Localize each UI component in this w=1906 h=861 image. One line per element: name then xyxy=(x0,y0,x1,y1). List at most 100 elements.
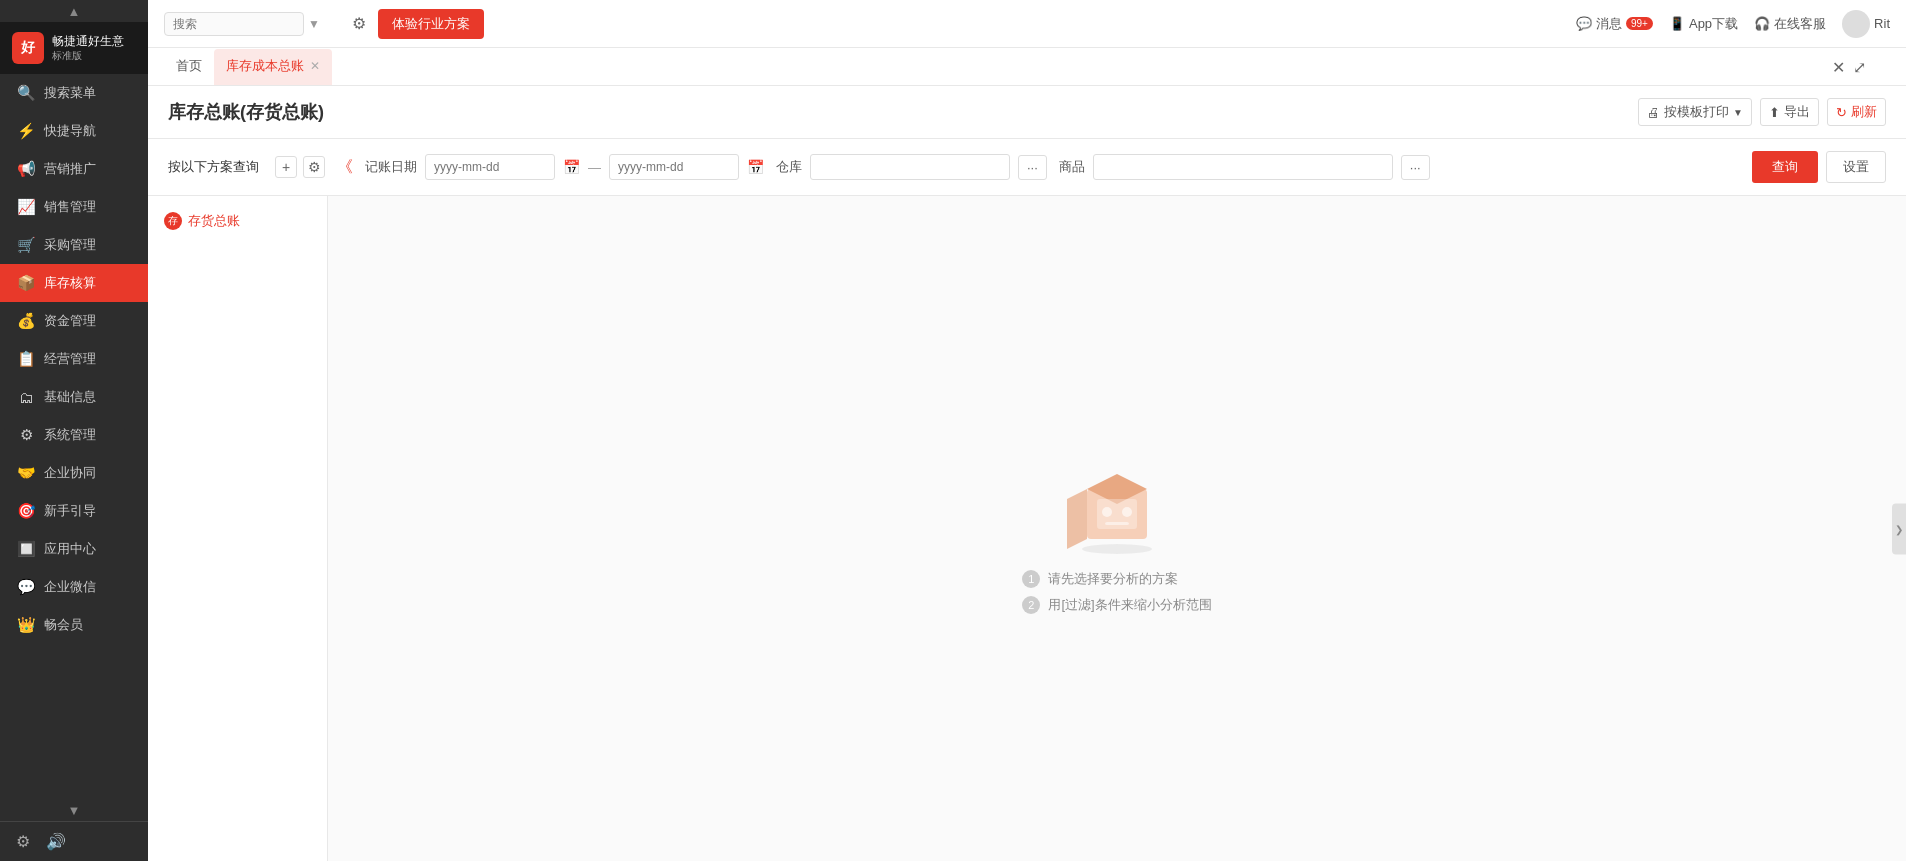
content-body: 存 存货总账 xyxy=(148,196,1906,861)
tab-inventory-ledger[interactable]: 库存成本总账 ✕ xyxy=(214,49,332,85)
warehouse-input[interactable] xyxy=(810,154,1010,180)
product-filter-row: 商品 ··· xyxy=(1059,154,1430,180)
messages-btn[interactable]: 💬 消息 99+ xyxy=(1576,15,1653,33)
export-btn[interactable]: ⬆ 导出 xyxy=(1760,98,1819,126)
warehouse-label: 仓库 xyxy=(776,158,802,176)
side-panel-toggle[interactable]: ❯ xyxy=(1892,503,1906,554)
avatar xyxy=(1842,10,1870,38)
print-btn[interactable]: 🖨 按模板打印 ▼ xyxy=(1638,98,1752,126)
sidebar-scroll-down[interactable]: ▼ xyxy=(0,799,148,821)
scheme-icon: 存 xyxy=(164,212,182,230)
industry-btn[interactable]: 体验行业方案 xyxy=(378,9,484,39)
left-scheme-panel: 存 存货总账 xyxy=(148,196,328,861)
query-btn[interactable]: 查询 xyxy=(1752,151,1818,183)
tab-close-btn[interactable]: ✕ xyxy=(1832,57,1845,76)
empty-tip-2: 2 用[过滤]条件来缩小分析范围 xyxy=(1022,596,1211,614)
online-support-btn[interactable]: 🎧 在线客服 xyxy=(1754,15,1826,33)
product-label: 商品 xyxy=(1059,158,1085,176)
app-download-btn[interactable]: 📱 App下载 xyxy=(1669,15,1738,33)
logo-icon: 好 xyxy=(12,32,44,64)
tab-expand-btn[interactable]: ⤢ xyxy=(1853,57,1866,76)
operations-icon: 📋 xyxy=(16,350,36,368)
sidebar-item-appcenter[interactable]: 🔲 应用中心 xyxy=(0,530,148,568)
collapse-icon[interactable]: 《 xyxy=(337,157,353,178)
empty-tips: 1 请先选择要分析的方案 2 用[过滤]条件来缩小分析范围 xyxy=(1022,570,1211,614)
calendar-start-icon[interactable]: 📅 xyxy=(563,159,580,175)
topbar-search-dropdown[interactable]: ▼ xyxy=(308,17,320,31)
sidebar-scroll-up[interactable]: ▲ xyxy=(0,0,148,22)
sidebar-item-search[interactable]: 🔍 搜索菜单 xyxy=(0,74,148,112)
sidebar-item-newbie[interactable]: 🎯 新手引导 xyxy=(0,492,148,530)
sidebar-item-enterprise[interactable]: 🤝 企业协同 xyxy=(0,454,148,492)
calendar-end-icon[interactable]: 📅 xyxy=(747,159,764,175)
empty-state: 1 请先选择要分析的方案 2 用[过滤]条件来缩小分析范围 xyxy=(1022,444,1211,614)
svg-rect-6 xyxy=(1105,522,1129,525)
edit-scheme-btn[interactable]: ⚙ xyxy=(303,156,325,178)
scheme-item-inventory[interactable]: 存 存货总账 xyxy=(148,204,327,238)
sales-icon: 📈 xyxy=(16,198,36,216)
tabs-bar: 首页 库存成本总账 ✕ ✕ ⤢ xyxy=(148,48,1906,86)
product-input[interactable] xyxy=(1093,154,1393,180)
user-profile[interactable]: Rit xyxy=(1842,10,1890,38)
filter-action-buttons: + ⚙ xyxy=(275,156,325,178)
page-content: 库存总账(存货总账) 🖨 按模板打印 ▼ ⬆ 导出 ↻ 刷新 按以下方案查询 xyxy=(148,86,1906,861)
tab-controls: ✕ ⤢ xyxy=(1832,57,1866,76)
svg-marker-2 xyxy=(1067,489,1087,549)
main-area: ▼ ⚙ 体验行业方案 💬 消息 99+ 📱 App下载 🎧 在线客服 Rit xyxy=(148,0,1906,861)
sidebar-item-capital[interactable]: 💰 资金管理 xyxy=(0,302,148,340)
member-icon: 👑 xyxy=(16,616,36,634)
add-scheme-btn[interactable]: + xyxy=(275,156,297,178)
quicknav-icon: ⚡ xyxy=(16,122,36,140)
date-separator: — xyxy=(588,160,601,175)
filter-settings-btn[interactable]: 设置 xyxy=(1826,151,1886,183)
refresh-icon: ↻ xyxy=(1836,105,1847,120)
logo-text: 畅捷通好生意 标准版 xyxy=(52,33,124,64)
sidebar-item-member[interactable]: 👑 畅会员 xyxy=(0,606,148,644)
sidebar-item-inventory[interactable]: 📦 库存核算 xyxy=(0,264,148,302)
wechat-icon: 💬 xyxy=(16,578,36,596)
refresh-btn[interactable]: ↻ 刷新 xyxy=(1827,98,1886,126)
enterprise-icon: 🤝 xyxy=(16,464,36,482)
search-menu-icon: 🔍 xyxy=(16,84,36,102)
sidebar-bottom: ⚙ 🔊 xyxy=(0,821,148,861)
topbar-search-area[interactable]: ▼ xyxy=(164,12,344,36)
tab-home[interactable]: 首页 xyxy=(164,49,214,85)
print-dropdown-icon: ▼ xyxy=(1733,107,1743,118)
settings-bottom-icon[interactable]: ⚙ xyxy=(16,832,30,851)
message-icon: 💬 xyxy=(1576,16,1592,31)
empty-illustration xyxy=(1057,444,1177,554)
sidebar-item-sales[interactable]: 📈 销售管理 xyxy=(0,188,148,226)
page-header: 库存总账(存货总账) 🖨 按模板打印 ▼ ⬆ 导出 ↻ 刷新 xyxy=(148,86,1906,139)
topbar-right: 💬 消息 99+ 📱 App下载 🎧 在线客服 Rit xyxy=(1576,10,1890,38)
svg-point-5 xyxy=(1122,507,1132,517)
sidebar: ▲ 好 畅捷通好生意 标准版 🔍 搜索菜单 ⚡ 快捷导航 📢 营销推广 📈 销售… xyxy=(0,0,148,861)
svg-point-4 xyxy=(1102,507,1112,517)
speaker-icon[interactable]: 🔊 xyxy=(46,832,66,851)
tab-close-icon[interactable]: ✕ xyxy=(310,59,320,73)
date-label: 记账日期 xyxy=(365,158,417,176)
topbar-settings-icon[interactable]: ⚙ xyxy=(352,14,366,33)
sidebar-item-marketing[interactable]: 📢 营销推广 xyxy=(0,150,148,188)
date-start-input[interactable] xyxy=(425,154,555,180)
sidebar-item-basic[interactable]: 🗂 基础信息 xyxy=(0,378,148,416)
svg-point-7 xyxy=(1082,544,1152,554)
topbar: ▼ ⚙ 体验行业方案 💬 消息 99+ 📱 App下载 🎧 在线客服 Rit xyxy=(148,0,1906,48)
system-icon: ⚙ xyxy=(16,426,36,444)
warehouse-more-btn[interactable]: ··· xyxy=(1018,155,1047,180)
headset-icon: 🎧 xyxy=(1754,16,1770,31)
right-main-content: 1 请先选择要分析的方案 2 用[过滤]条件来缩小分析范围 xyxy=(328,196,1906,861)
sidebar-item-purchase[interactable]: 🛒 采购管理 xyxy=(0,226,148,264)
messages-badge: 99+ xyxy=(1626,17,1653,30)
sidebar-item-wechat[interactable]: 💬 企业微信 xyxy=(0,568,148,606)
sidebar-item-operations[interactable]: 📋 经营管理 xyxy=(0,340,148,378)
print-icon: 🖨 xyxy=(1647,105,1660,120)
inventory-icon: 📦 xyxy=(16,274,36,292)
sidebar-item-system[interactable]: ⚙ 系统管理 xyxy=(0,416,148,454)
search-input[interactable] xyxy=(164,12,304,36)
product-more-btn[interactable]: ··· xyxy=(1401,155,1430,180)
sidebar-item-quicknav[interactable]: ⚡ 快捷导航 xyxy=(0,112,148,150)
tip-num-1: 1 xyxy=(1022,570,1040,588)
date-filter-row: 记账日期 📅 — 📅 xyxy=(365,154,764,180)
warehouse-filter-row: 仓库 ··· xyxy=(776,154,1047,180)
date-end-input[interactable] xyxy=(609,154,739,180)
